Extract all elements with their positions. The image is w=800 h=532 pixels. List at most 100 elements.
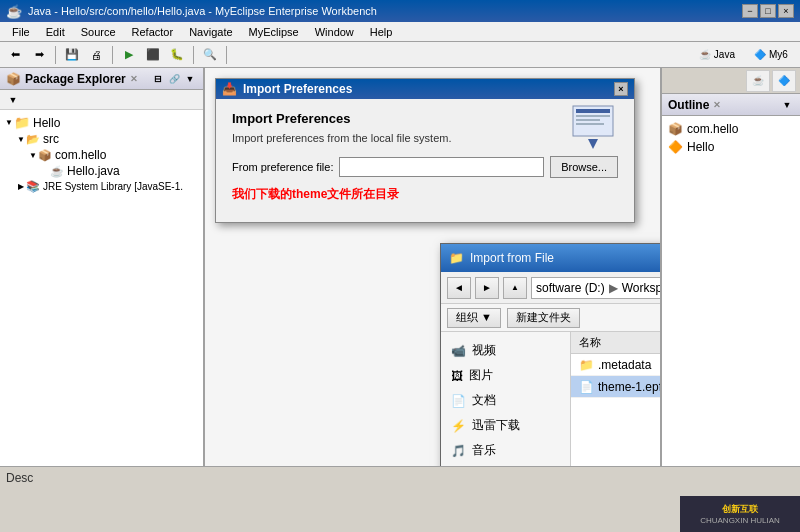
- toolbar-btn-debug[interactable]: 🐛: [166, 45, 188, 65]
- file-dialog-icon: 📁: [449, 251, 464, 265]
- outline-item-com-hello[interactable]: 📦 com.hello: [666, 120, 796, 138]
- right-top-btn-1[interactable]: ☕: [746, 70, 770, 92]
- sidebar-thunder[interactable]: ⚡ 迅雷下载: [441, 413, 570, 438]
- tree-label-com-hello: com.hello: [55, 148, 106, 162]
- menu-navigate[interactable]: Navigate: [181, 24, 240, 40]
- close-button[interactable]: ×: [778, 4, 794, 18]
- address-path[interactable]: software (D:) ▶ Workspaces ▶ 配置 ▶: [531, 277, 660, 299]
- perspective-myeclipse[interactable]: 🔷 My6: [746, 45, 796, 65]
- outline-menu-btn[interactable]: ▼: [780, 98, 794, 112]
- tree-item-src[interactable]: ▼ 📂 src: [0, 131, 203, 147]
- import-prefs-icon: 📥: [222, 82, 237, 96]
- file-name-metadata: 📁 .metadata: [571, 356, 660, 374]
- tree-item-jre[interactable]: ▶ 📚 JRE System Library [JavaSE-1.: [0, 179, 203, 194]
- right-top-btn-2[interactable]: 🔷: [772, 70, 796, 92]
- sidebar-music[interactable]: 🎵 音乐: [441, 438, 570, 463]
- sidebar-label-music: 音乐: [472, 442, 496, 459]
- file-row-metadata[interactable]: 📁 .metadata 2013/11/16 21:26 文件夹: [571, 354, 660, 376]
- import-prefs-file-input[interactable]: [339, 157, 544, 177]
- sidebar-pictures[interactable]: 🖼 图片: [441, 363, 570, 388]
- file-row-theme[interactable]: 📄 theme-1.epf 2013/11/16 21:09 EPF 文件: [571, 376, 660, 398]
- outline-item-hello[interactable]: 🔶 Hello: [666, 138, 796, 156]
- menu-source[interactable]: Source: [73, 24, 124, 40]
- link-editor-btn[interactable]: 🔗: [167, 72, 181, 86]
- outline-tree: 📦 com.hello 🔶 Hello: [662, 116, 800, 160]
- status-text: Desc: [6, 471, 33, 485]
- status-bar: Desc 创新互联 CHUANGXIN HULIAN: [0, 466, 800, 488]
- sidebar-label-video: 视频: [472, 342, 496, 359]
- menu-bar: File Edit Source Refactor Navigate MyEcl…: [0, 22, 800, 42]
- collapse-all-btn[interactable]: ⊟: [151, 72, 165, 86]
- tree-item-hello[interactable]: ▼ 📁 Hello: [0, 114, 203, 131]
- sidebar-video[interactable]: 📹 视频: [441, 338, 570, 363]
- title-controls[interactable]: − □ ×: [742, 4, 794, 18]
- sidebar-docs[interactable]: 📄 文档: [441, 388, 570, 413]
- menu-myeclipse[interactable]: MyEclipse: [241, 24, 307, 40]
- import-prefs-close[interactable]: ×: [614, 82, 628, 96]
- video-icon: 📹: [451, 344, 466, 358]
- right-panel: ☕ 🔷 Outline ✕ ▼ 📦 com.hello 🔶 Hello: [660, 68, 800, 466]
- menu-refactor[interactable]: Refactor: [124, 24, 182, 40]
- nav-up-btn[interactable]: ▲: [503, 277, 527, 299]
- svg-marker-5: [588, 139, 598, 149]
- file-list-body: 📁 .metadata 2013/11/16 21:26 文件夹 📄 theme…: [571, 354, 660, 398]
- import-prefs-title: Import Preferences: [243, 82, 352, 96]
- tree-label-hello: Hello: [33, 116, 60, 130]
- maximize-button[interactable]: □: [760, 4, 776, 18]
- tree-item-hello-java[interactable]: ☕ Hello.java: [0, 163, 203, 179]
- outline-title: Outline: [668, 98, 709, 112]
- svg-rect-1: [576, 109, 610, 113]
- toggle-com-hello[interactable]: ▼: [28, 151, 38, 160]
- outline-close[interactable]: ✕: [713, 100, 721, 110]
- nav-back-btn[interactable]: ◄: [447, 277, 471, 299]
- svg-rect-3: [576, 119, 600, 121]
- title-bar: ☕ Java - Hello/src/com/hello/Hello.java …: [0, 0, 800, 22]
- toggle-src[interactable]: ▼: [16, 135, 26, 144]
- toolbar-btn-stop[interactable]: ⬛: [142, 45, 164, 65]
- menu-edit[interactable]: Edit: [38, 24, 73, 40]
- menu-file[interactable]: File: [4, 24, 38, 40]
- toolbar-btn-fwd[interactable]: ➡: [28, 45, 50, 65]
- organize-btn[interactable]: 组织 ▼: [447, 308, 501, 328]
- tree-item-com-hello[interactable]: ▼ 📦 com.hello: [0, 147, 203, 163]
- package-icon-com-hello: 📦: [38, 149, 52, 162]
- toggle-jre[interactable]: ▶: [16, 182, 26, 191]
- app-icon: ☕: [6, 4, 22, 19]
- panel-menu-btn[interactable]: ▼: [183, 72, 197, 86]
- package-explorer-panel: 📦 Package Explorer ✕ ⊟ 🔗 ▼ ▼ ▼ 📁 Hello: [0, 68, 205, 466]
- new-folder-btn[interactable]: 新建文件夹: [507, 308, 580, 328]
- import-preferences-dialog: 📥 Import Preferences × Import Preference…: [215, 78, 635, 223]
- toolbar-sep-2: [112, 46, 113, 64]
- menu-help[interactable]: Help: [362, 24, 401, 40]
- import-prefs-browse-btn[interactable]: Browse...: [550, 156, 618, 178]
- thunder-icon: ⚡: [451, 419, 466, 433]
- perspective-java[interactable]: ☕ Java: [692, 45, 742, 65]
- addr-drive: software (D:): [536, 281, 605, 295]
- toolbar-btn-save[interactable]: 💾: [61, 45, 83, 65]
- minimize-button[interactable]: −: [742, 4, 758, 18]
- file-name-theme: 📄 theme-1.epf: [571, 378, 660, 396]
- docs-icon: 📄: [451, 394, 466, 408]
- toggle-hello[interactable]: ▼: [4, 118, 14, 127]
- package-explorer-header: 📦 Package Explorer ✕ ⊟ 🔗 ▼: [0, 68, 203, 90]
- window-title: Java - Hello/src/com/hello/Hello.java - …: [28, 5, 377, 17]
- outline-tools: ▼: [780, 98, 794, 112]
- tree-label-src: src: [43, 132, 59, 146]
- sidebar-label-pictures: 图片: [469, 367, 493, 384]
- toolbar-btn-back[interactable]: ⬅: [4, 45, 26, 65]
- addr-sep-1: ▶: [609, 281, 618, 295]
- file-list: 名称 修改日期 类型 📁 .metadata 2013/11/16 21:26: [571, 332, 660, 466]
- toolbar-btn-search[interactable]: 🔍: [199, 45, 221, 65]
- outline-header-left: Outline ✕: [668, 98, 721, 112]
- nav-fwd-btn[interactable]: ►: [475, 277, 499, 299]
- toolbar-sep-1: [55, 46, 56, 64]
- col-name[interactable]: 名称: [571, 332, 660, 353]
- import-prefs-file-row: From preference file: Browse...: [232, 156, 618, 178]
- toolbar-btn-run[interactable]: ▶: [118, 45, 140, 65]
- panel-new-btn[interactable]: ▼: [4, 93, 22, 107]
- toolbar-btn-print[interactable]: 🖨: [85, 45, 107, 65]
- panel-header-left: 📦 Package Explorer ✕: [6, 72, 138, 86]
- menu-window[interactable]: Window: [307, 24, 362, 40]
- outline-class-icon: 🔶: [668, 140, 683, 154]
- file-dialog-titlebar: 📁 Import from File ×: [441, 244, 660, 272]
